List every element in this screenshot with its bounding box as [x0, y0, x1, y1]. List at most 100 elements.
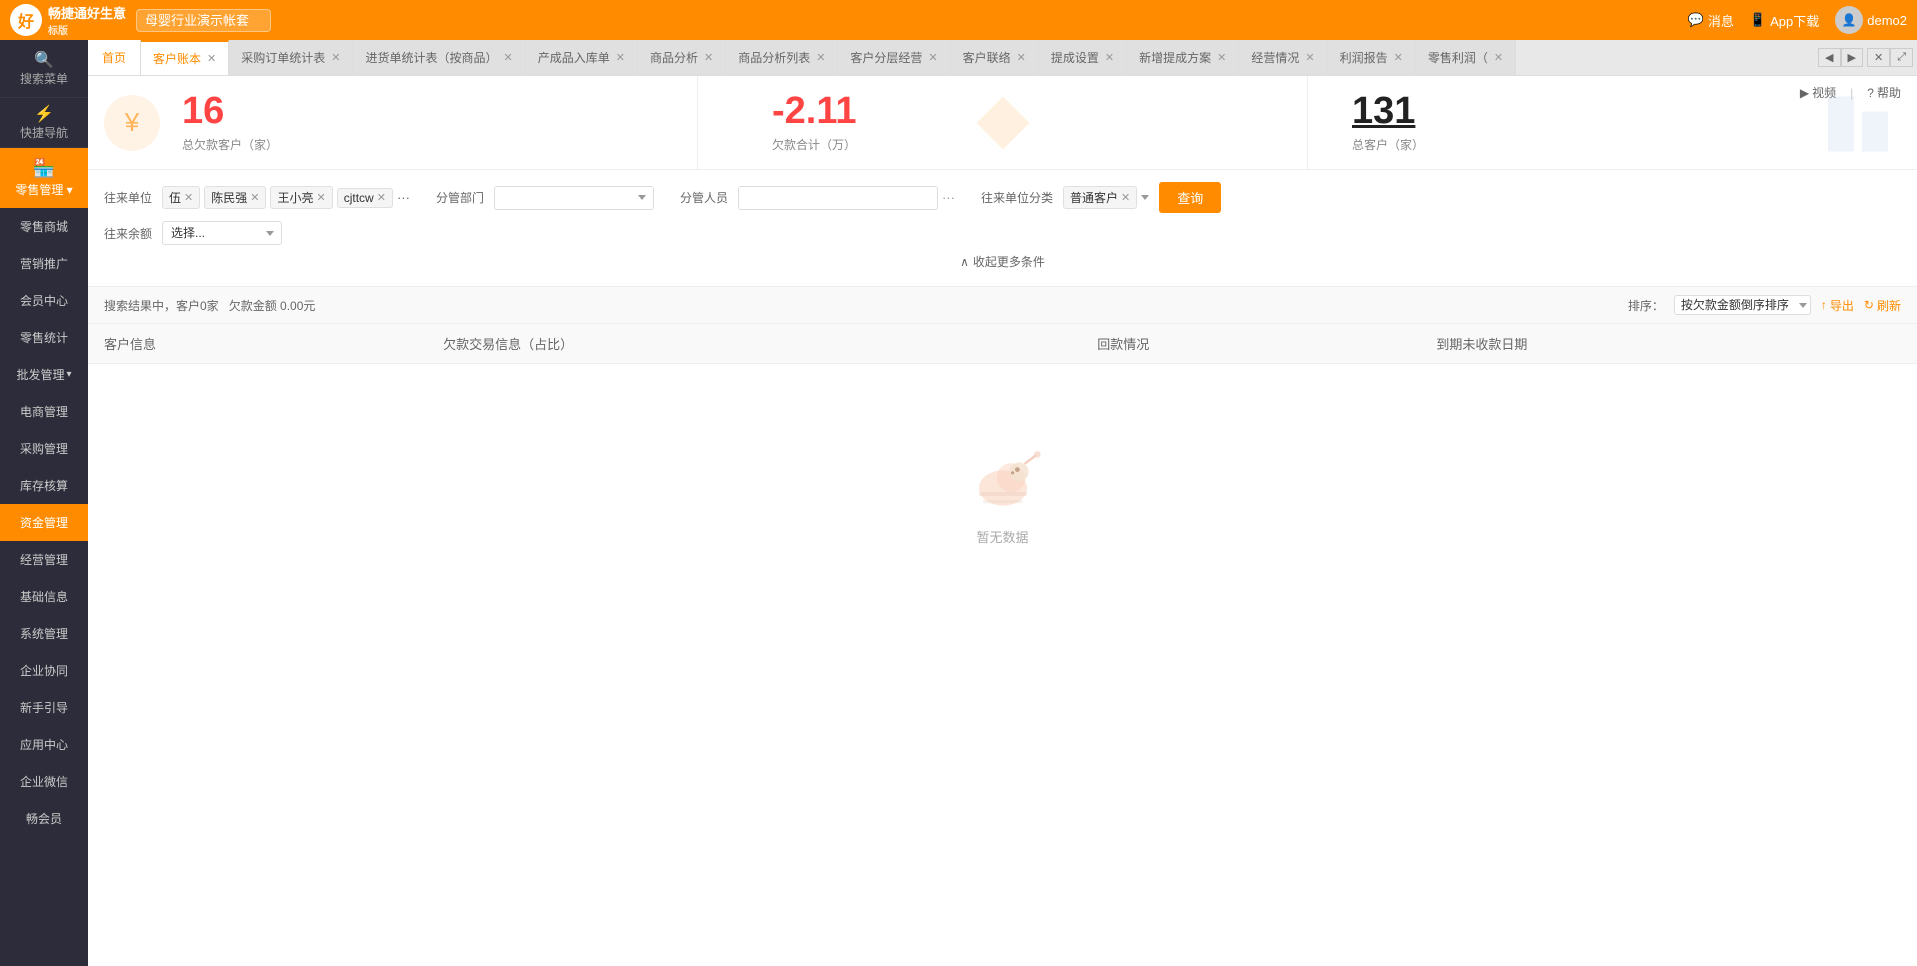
tag-close-chen[interactable]: ✕ [250, 191, 259, 204]
retail-management-icon: 🏪 [0, 158, 88, 179]
tab-next-button[interactable]: ▶ [1841, 48, 1863, 67]
workspace-selector[interactable]: 母婴行业演示帐套 [136, 9, 271, 32]
collapse-button[interactable]: ∧ 收起更多条件 [960, 253, 1045, 270]
sidebar-item-purchase[interactable]: 采购管理 [0, 430, 88, 467]
collapse-arrow-icon: ∧ [960, 255, 969, 269]
unit-filter-label: 往来单位 [104, 189, 152, 206]
app-name: 畅捷通好生意 [48, 3, 126, 22]
balance-select[interactable]: 选择... [162, 221, 282, 245]
tab-close-goods-stats[interactable]: ✕ [504, 51, 513, 64]
tab-profit-report[interactable]: 利润报告 ✕ [1328, 40, 1416, 76]
empty-state: 暂无数据 [88, 364, 1917, 626]
tab-goods-analysis-list[interactable]: 商品分析列表 ✕ [726, 40, 838, 76]
tab-close-biz[interactable]: ✕ [1305, 51, 1314, 64]
sidebar-item-basic-info[interactable]: 基础信息 [0, 578, 88, 615]
filter-row-2: 往来余额 选择... [104, 221, 1901, 245]
tab-goods-analysis[interactable]: 商品分析 ✕ [638, 40, 726, 76]
tab-customer-tier[interactable]: 客户分层经营 ✕ [838, 40, 950, 76]
sidebar-item-membership[interactable]: 会员中心 [0, 282, 88, 319]
result-summary: 搜索结果中，客户0家 欠款金额 0.00元 [104, 297, 315, 314]
balance-select-wrap: 选择... [162, 221, 282, 245]
tab-goods-stats[interactable]: 进货单统计表（按商品） ✕ [353, 40, 525, 76]
tab-close-new-promo[interactable]: ✕ [1217, 51, 1226, 64]
tab-customer-capital[interactable]: 客户账本 ✕ [141, 40, 229, 76]
sidebar-item-retail-management[interactable]: 🏪 零售管理 ▾ [0, 148, 88, 208]
tab-close-profit[interactable]: ✕ [1394, 51, 1403, 64]
content-area: 首页 客户账本 ✕ 采购订单统计表 ✕ 进货单统计表（按商品） ✕ 产成品入库单… [88, 40, 1917, 966]
app-download-button[interactable]: 📱 App下载 [1750, 11, 1819, 30]
sidebar-item-enterprise[interactable]: 企业协同 [0, 652, 88, 689]
result-actions: 排序： 按欠款金额倒序排序 ↑ 导出 ↻ [1628, 295, 1901, 315]
tag-close-normal-customer[interactable]: ✕ [1121, 191, 1130, 204]
tab-promotion-settings[interactable]: 提成设置 ✕ [1039, 40, 1127, 76]
video-link[interactable]: ▶ 视频 [1800, 84, 1836, 101]
tab-new-promotion[interactable]: 新增提成方案 ✕ [1127, 40, 1239, 76]
export-icon: ↑ [1821, 298, 1827, 312]
tag-close-wu[interactable]: ✕ [184, 191, 193, 204]
sidebar-item-enterprise-wechat[interactable]: 企业微信 [0, 763, 88, 800]
tab-close-product[interactable]: ✕ [616, 51, 625, 64]
stat-owed-customers-text: 16 总欠款客户（家） [182, 92, 278, 153]
tab-close-tier[interactable]: ✕ [928, 51, 937, 64]
tab-product-instock[interactable]: 产成品入库单 ✕ [526, 40, 638, 76]
empty-state-label: 暂无数据 [976, 527, 1028, 546]
filter-tag-cjttcw: cjttcw ✕ [337, 188, 393, 208]
sort-select[interactable]: 按欠款金额倒序排序 [1674, 295, 1811, 315]
stat-owed-amount-text: -2.11 欠款合计（万） [772, 92, 857, 153]
tab-customer-contact[interactable]: 客户联络 ✕ [951, 40, 1039, 76]
filter-tag-wu: 伍 ✕ [162, 186, 200, 209]
sidebar-item-member[interactable]: 畅会员 [0, 800, 88, 837]
tab-prev-button[interactable]: ◀ [1818, 48, 1840, 67]
tab-close-retail[interactable]: ✕ [1494, 51, 1503, 64]
sidebar-item-wholesale[interactable]: 批发管理▾ [0, 356, 88, 393]
col-owed-info: 欠款交易信息（占比） [427, 324, 1081, 364]
sidebar-item-ecommerce[interactable]: 电商管理 [0, 393, 88, 430]
tab-close-goods-analysis[interactable]: ✕ [704, 51, 713, 64]
sidebar-item-retail-stats[interactable]: 零售统计 [0, 319, 88, 356]
tag-close-wang[interactable]: ✕ [317, 191, 326, 204]
dept-select[interactable] [494, 186, 654, 210]
help-link[interactable]: ? 帮助 [1867, 84, 1901, 101]
sidebar-item-new-guide[interactable]: 新手引导 [0, 689, 88, 726]
tab-home[interactable]: 首页 [88, 40, 141, 76]
tab-close-all-button[interactable]: ✕ [1867, 48, 1890, 67]
tab-close-contact[interactable]: ✕ [1017, 51, 1026, 64]
person-more-dots[interactable]: ··· [942, 190, 955, 205]
tab-purchase-order-stats[interactable]: 采购订单统计表 ✕ [229, 40, 353, 76]
tab-close-promo-settings[interactable]: ✕ [1105, 51, 1114, 64]
tab-close-customer-capital[interactable]: ✕ [207, 52, 216, 65]
tab-business-status[interactable]: 经营情况 ✕ [1239, 40, 1327, 76]
sidebar-item-app-center[interactable]: 应用中心 [0, 726, 88, 763]
sidebar-item-marketing[interactable]: 营销推广 [0, 245, 88, 282]
owed-amount-value: -2.11 [772, 92, 857, 130]
tab-close-purchase[interactable]: ✕ [331, 51, 340, 64]
stats-bar: ¥ 16 总欠款客户（家） [88, 76, 1917, 170]
avatar: 👤 [1835, 6, 1863, 34]
stat-owed-customers: ¥ 16 总欠款客户（家） [88, 76, 698, 169]
sidebar-item-finance[interactable]: 资金管理 [0, 504, 88, 541]
message-button[interactable]: 💬 消息 [1688, 11, 1734, 30]
sidebar-item-retail-shop[interactable]: 零售商城 [0, 208, 88, 245]
tab-close-goods-list[interactable]: ✕ [816, 51, 825, 64]
logo-icon: 好 [10, 4, 42, 36]
person-select[interactable] [738, 186, 938, 210]
yen-bg-icon: ¥ [125, 107, 139, 138]
export-button[interactable]: ↑ 导出 [1821, 297, 1854, 314]
sidebar-item-inventory[interactable]: 库存核算 [0, 467, 88, 504]
sidebar-search[interactable]: 🔍 搜索菜单 [0, 40, 88, 98]
filter-more-button[interactable]: ··· [397, 190, 410, 205]
sidebar-item-operations[interactable]: 经营管理 [0, 541, 88, 578]
refresh-button[interactable]: ↻ 刷新 [1864, 297, 1901, 314]
filter-row-1: 往来单位 伍 ✕ 陈民强 ✕ 王小亮 [104, 182, 1901, 213]
balance-filter-label: 往来余额 [104, 225, 152, 242]
tag-close-cjttcw[interactable]: ✕ [377, 191, 386, 204]
stat-bg-circle-1: ¥ [104, 95, 160, 151]
tab-maximize-button[interactable]: ⤢ [1890, 48, 1913, 67]
stats-section: ▶ 视频 | ? 帮助 ¥ [88, 76, 1917, 170]
sidebar-item-system[interactable]: 系统管理 [0, 615, 88, 652]
query-button[interactable]: 查询 [1159, 182, 1221, 213]
user-menu[interactable]: 👤 demo2 [1835, 6, 1907, 34]
sidebar-quick-nav[interactable]: ⚡ 快捷导航 [0, 98, 88, 148]
tab-retail-profit[interactable]: 零售利润（ ✕ [1416, 40, 1516, 76]
table-container: 客户信息 欠款交易信息（占比） 回款情况 到期未收款日期 [88, 324, 1917, 626]
